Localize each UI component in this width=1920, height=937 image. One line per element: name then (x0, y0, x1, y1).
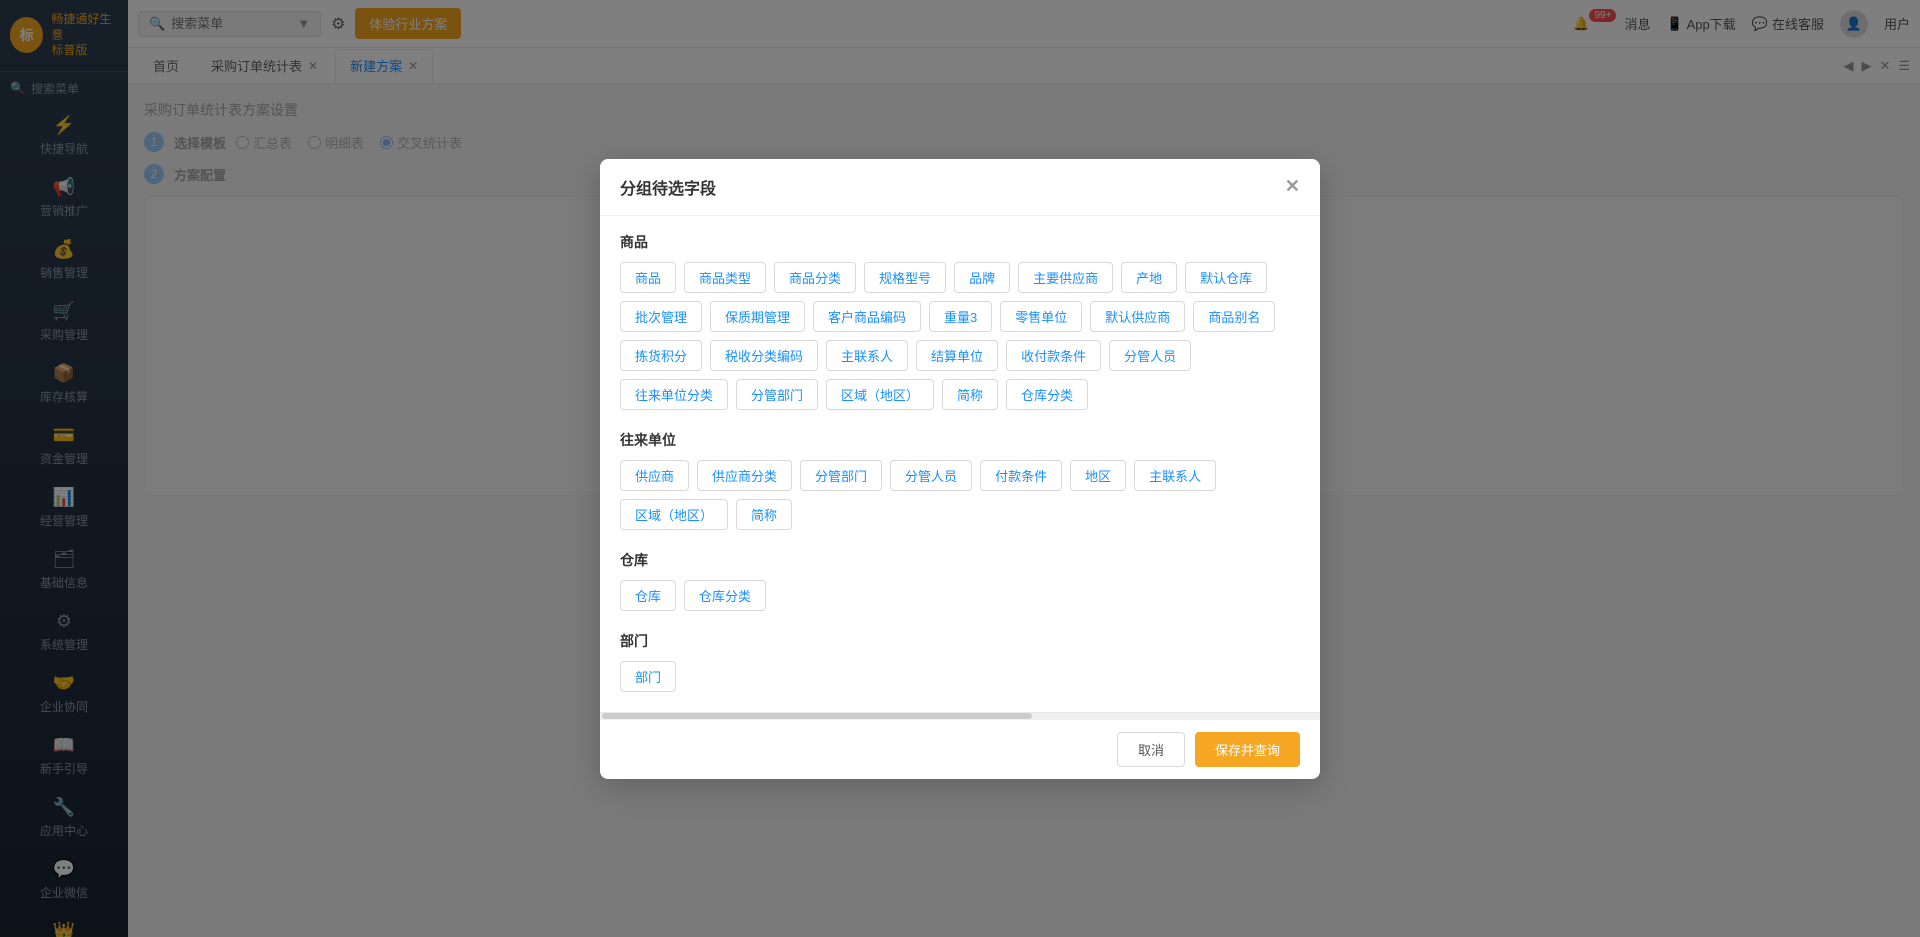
modal-body[interactable]: 商品商品商品类型商品分类规格型号品牌主要供应商产地默认仓库批次管理保质期管理客户… (600, 216, 1320, 712)
field-tags-商品: 商品商品类型商品分类规格型号品牌主要供应商产地默认仓库批次管理保质期管理客户商品… (620, 262, 1300, 410)
field-tag[interactable]: 主联系人 (826, 340, 908, 371)
field-tag[interactable]: 仓库分类 (1006, 379, 1088, 410)
field-tag[interactable]: 简称 (736, 499, 792, 530)
field-section-部门: 部门部门 (620, 631, 1300, 692)
field-tag[interactable]: 分管人员 (1109, 340, 1191, 371)
field-tag[interactable]: 品牌 (954, 262, 1010, 293)
field-tag[interactable]: 零售单位 (1000, 301, 1082, 332)
field-tag[interactable]: 主联系人 (1134, 460, 1216, 491)
modal-footer: 取消 保存并查询 (600, 719, 1320, 779)
field-tag[interactable]: 批次管理 (620, 301, 702, 332)
field-tag[interactable]: 默认供应商 (1090, 301, 1185, 332)
field-tag[interactable]: 付款条件 (980, 460, 1062, 491)
section-title: 部门 (620, 631, 1300, 651)
field-section-仓库: 仓库仓库仓库分类 (620, 550, 1300, 611)
field-tag[interactable]: 往来单位分类 (620, 379, 728, 410)
section-title: 商品 (620, 232, 1300, 252)
field-tag[interactable]: 商品分类 (774, 262, 856, 293)
modal-close-icon[interactable]: ✕ (1285, 176, 1300, 197)
field-tag[interactable]: 收付款条件 (1006, 340, 1101, 371)
field-tag[interactable]: 重量3 (929, 301, 992, 332)
field-select-modal: 分组待选字段 ✕ 商品商品商品类型商品分类规格型号品牌主要供应商产地默认仓库批次… (600, 159, 1320, 779)
modal-header: 分组待选字段 ✕ (600, 159, 1320, 216)
modal-title: 分组待选字段 (620, 175, 716, 199)
field-tag[interactable]: 默认仓库 (1185, 262, 1267, 293)
field-tag[interactable]: 产地 (1121, 262, 1177, 293)
confirm-button[interactable]: 保存并查询 (1195, 732, 1300, 767)
field-tag[interactable]: 规格型号 (864, 262, 946, 293)
field-tag[interactable]: 客户商品编码 (813, 301, 921, 332)
field-tag[interactable]: 结算单位 (916, 340, 998, 371)
field-tag[interactable]: 分管人员 (890, 460, 972, 491)
field-tag[interactable]: 分管部门 (800, 460, 882, 491)
section-title: 往来单位 (620, 430, 1300, 450)
field-tag[interactable]: 部门 (620, 661, 676, 692)
field-tag[interactable]: 仓库 (620, 580, 676, 611)
field-tag[interactable]: 主要供应商 (1018, 262, 1113, 293)
field-tags-部门: 部门 (620, 661, 1300, 692)
section-title: 仓库 (620, 550, 1300, 570)
field-tag[interactable]: 商品别名 (1193, 301, 1275, 332)
field-tags-仓库: 仓库仓库分类 (620, 580, 1300, 611)
field-tag[interactable]: 区域（地区） (620, 499, 728, 530)
modal-horizontal-scrollbar[interactable] (600, 712, 1320, 719)
cancel-button[interactable]: 取消 (1117, 732, 1185, 767)
field-tag[interactable]: 税收分类编码 (710, 340, 818, 371)
field-section-商品: 商品商品商品类型商品分类规格型号品牌主要供应商产地默认仓库批次管理保质期管理客户… (620, 232, 1300, 410)
field-tag[interactable]: 简称 (942, 379, 998, 410)
field-section-往来单位: 往来单位供应商供应商分类分管部门分管人员付款条件地区主联系人区域（地区） 简称 (620, 430, 1300, 530)
field-tag[interactable]: 仓库分类 (684, 580, 766, 611)
field-tag[interactable]: 保质期管理 (710, 301, 805, 332)
field-tag[interactable]: 商品类型 (684, 262, 766, 293)
field-tag[interactable]: 商品 (620, 262, 676, 293)
field-tag[interactable]: 区域（地区） (826, 379, 934, 410)
field-tag[interactable]: 供应商分类 (697, 460, 792, 491)
field-tag[interactable]: 拣货积分 (620, 340, 702, 371)
field-tag[interactable]: 供应商 (620, 460, 689, 491)
field-tag[interactable]: 分管部门 (736, 379, 818, 410)
field-tag[interactable]: 地区 (1070, 460, 1126, 491)
modal-overlay: 分组待选字段 ✕ 商品商品商品类型商品分类规格型号品牌主要供应商产地默认仓库批次… (0, 0, 1920, 937)
field-tags-往来单位: 供应商供应商分类分管部门分管人员付款条件地区主联系人区域（地区） 简称 (620, 460, 1300, 530)
